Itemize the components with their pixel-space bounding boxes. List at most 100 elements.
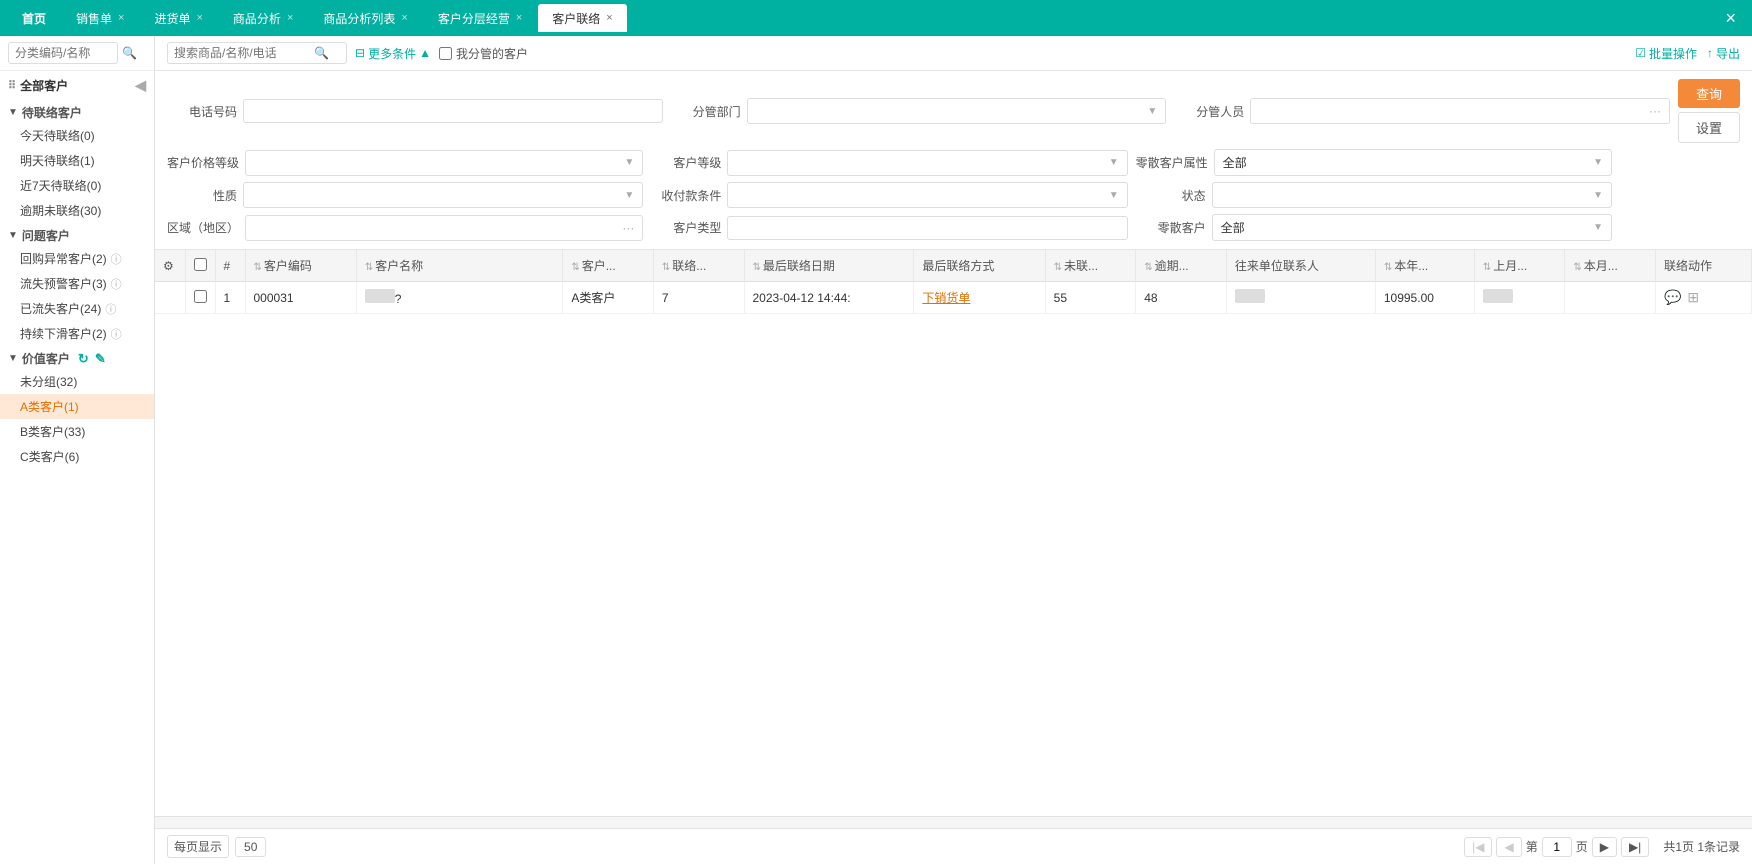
toolbar-search-input[interactable] [174, 46, 314, 60]
sidebar-search-icon[interactable]: 🔍 [122, 46, 137, 60]
tab-customer-segment[interactable]: 客户分层经营 × [424, 4, 536, 32]
tab-purchase[interactable]: 进货单 × [140, 4, 216, 32]
horizontal-scrollbar[interactable] [155, 816, 1752, 828]
filter-customer-level-select[interactable]: ▼ [727, 150, 1127, 176]
filter-scattered-attr-value: 全部 [1223, 154, 1247, 171]
filter-nature-select[interactable]: ▼ [243, 182, 643, 208]
filter-payment-select[interactable]: ▼ [727, 182, 1127, 208]
my-customers-checkbox[interactable] [439, 47, 452, 60]
tab-customer-segment-close[interactable]: × [516, 12, 522, 24]
tab-sales-close[interactable]: × [118, 12, 124, 24]
sidebar-item-7days[interactable]: 近7天待联络(0) [0, 173, 154, 198]
sidebar-collapse-icon[interactable]: ◀ [135, 77, 146, 94]
col-lastmonth-header[interactable]: ⇅上月... [1474, 250, 1565, 282]
sidebar-group-value[interactable]: ▼ 价值客户 ↻ ✎ [0, 346, 154, 369]
col-name-header[interactable]: ⇅客户名称 [356, 250, 563, 282]
window-close-icon[interactable]: × [1717, 8, 1744, 29]
next-page-button[interactable]: ▶ [1592, 837, 1617, 857]
filter-price-level-select[interactable]: ▼ [245, 150, 643, 176]
cell-checkbox[interactable] [185, 282, 215, 314]
export-button[interactable]: ↑ 导出 [1707, 45, 1740, 62]
select-all-checkbox[interactable] [194, 258, 207, 271]
filter-payment: 收付款条件 ▼ [651, 182, 1127, 208]
filter-dept-chevron: ▼ [1147, 106, 1157, 117]
col-thismonth-header[interactable]: ⇅本月... [1565, 250, 1656, 282]
per-page-area: 每页显示 50 [167, 835, 266, 858]
filter-status-select[interactable]: ▼ [1212, 182, 1612, 208]
tab-product-list[interactable]: 商品分析列表 × [309, 4, 421, 32]
sidebar-item-tomorrow-label: 明天待联络(1) [20, 152, 95, 169]
tab-purchase-close[interactable]: × [196, 12, 202, 24]
row-checkbox[interactable] [194, 290, 207, 303]
col-settings-header[interactable]: ⚙ [155, 250, 185, 282]
lost-label: 已流失客户(24) [20, 300, 101, 317]
col-overdue-header[interactable]: ⇅逾期... [1136, 250, 1227, 282]
sidebar-item-tomorrow[interactable]: 明天待联络(1) [0, 148, 154, 173]
batch-op-button[interactable]: ☑ 批量操作 [1635, 45, 1697, 62]
filter-customer-type-input[interactable] [727, 216, 1127, 240]
col-nocontact-header[interactable]: ⇅未联... [1045, 250, 1136, 282]
tab-home-label: 首页 [22, 10, 46, 27]
last-page-button[interactable]: ▶| [1621, 837, 1649, 857]
filter-person-select[interactable]: ··· [1250, 98, 1670, 124]
data-table: ⚙ # ⇅客户编码 ⇅客户名称 ⇅客户... ⇅联络... ⇅最后联络日期 最后… [155, 250, 1752, 314]
col-thisyear-header[interactable]: ⇅本年... [1375, 250, 1474, 282]
sidebar-item-loss-warning[interactable]: 流失预警客户(3) ⓘ [0, 271, 154, 296]
filter-scattered-select[interactable]: 全部 ▼ [1212, 214, 1612, 241]
info-icon-4: ⓘ [111, 326, 122, 342]
filter-status-label: 状态 [1136, 187, 1206, 204]
sidebar-all-customers[interactable]: ⠿ 全部客户 ◀ [0, 71, 154, 100]
sidebar-group-pending[interactable]: ▼ 待联络客户 [0, 100, 154, 123]
toolbar-search-icon[interactable]: 🔍 [314, 46, 329, 60]
sidebar-item-declining[interactable]: 持续下滑客户(2) ⓘ [0, 321, 154, 346]
prev-page-button[interactable]: ◀ [1496, 837, 1521, 857]
sidebar-item-today[interactable]: 今天待联络(0) [0, 123, 154, 148]
settings-button[interactable]: 设置 [1678, 112, 1740, 143]
sidebar-item-repurchase-abnormal[interactable]: 回购异常客户(2) ⓘ [0, 246, 154, 271]
sidebar-item-class-c[interactable]: C类客户(6) [0, 444, 154, 469]
col-lastdate-header[interactable]: ⇅最后联络日期 [744, 250, 914, 282]
my-customers-checkbox-area[interactable]: 我分管的客户 [439, 45, 528, 62]
tab-sales[interactable]: 销售单 × [62, 4, 138, 32]
page-number-input[interactable] [1542, 837, 1572, 857]
filter-dept-select[interactable]: ▼ [747, 98, 1167, 124]
col-contact-header[interactable]: ⇅联络... [653, 250, 744, 282]
unclassified-label: 未分组(32) [20, 373, 77, 390]
qr-icon[interactable]: ⊞ [1687, 289, 1699, 306]
cell-lastmethod[interactable]: 下销货单 [914, 282, 1045, 314]
col-level-header[interactable]: ⇅客户... [563, 250, 654, 282]
col-code-header[interactable]: ⇅客户编码 [245, 250, 356, 282]
filter-region: 区域（地区） ··· [167, 215, 643, 241]
sidebar-item-unclassified[interactable]: 未分组(32) [0, 369, 154, 394]
tab-product-list-close[interactable]: × [401, 12, 407, 24]
sidebar-search-input[interactable] [8, 42, 118, 64]
tab-product-analysis[interactable]: 商品分析 × [219, 4, 307, 32]
chat-icon[interactable]: 💬 [1664, 289, 1681, 306]
sidebar-group-problem[interactable]: ▼ 问题客户 [0, 223, 154, 246]
tab-customer-contact[interactable]: 客户联络 × [538, 4, 626, 32]
more-filters-button[interactable]: ⊟ 更多条件 ▲ [355, 45, 431, 62]
sidebar-item-overdue[interactable]: 逾期未联络(30) [0, 198, 154, 223]
class-c-label: C类客户(6) [20, 448, 79, 465]
sidebar-item-7days-label: 近7天待联络(0) [20, 177, 101, 194]
tab-home[interactable]: 首页 [8, 4, 60, 32]
tab-customer-contact-close[interactable]: × [606, 12, 612, 24]
filter-phone-input[interactable] [243, 99, 663, 123]
sidebar-item-class-b[interactable]: B类客户(33) [0, 419, 154, 444]
col-checkbox-header[interactable] [185, 250, 215, 282]
col-lastmethod-header: 最后联络方式 [914, 250, 1045, 282]
last-method-link[interactable]: 下销货单 [922, 291, 970, 305]
filter-row-1: 电话号码 分管部门 ▼ 分管人员 ··· [167, 79, 1740, 143]
query-button[interactable]: 查询 [1678, 79, 1740, 108]
sidebar-item-class-a[interactable]: A类客户(1) [0, 394, 154, 419]
first-page-button[interactable]: |◀ [1464, 837, 1492, 857]
tab-product-analysis-close[interactable]: × [287, 12, 293, 24]
refresh-icon[interactable]: ↻ [78, 351, 89, 367]
filter-region-select[interactable]: ··· [245, 215, 643, 241]
sidebar-item-lost[interactable]: 已流失客户(24) ⓘ [0, 296, 154, 321]
edit-icon[interactable]: ✎ [95, 351, 106, 367]
per-page-select[interactable]: 50 [235, 837, 266, 857]
filter-dept: 分管部门 ▼ [671, 98, 1167, 124]
filter-scattered-attr-select[interactable]: 全部 ▼ [1214, 149, 1612, 176]
info-icon-3: ⓘ [105, 301, 116, 317]
